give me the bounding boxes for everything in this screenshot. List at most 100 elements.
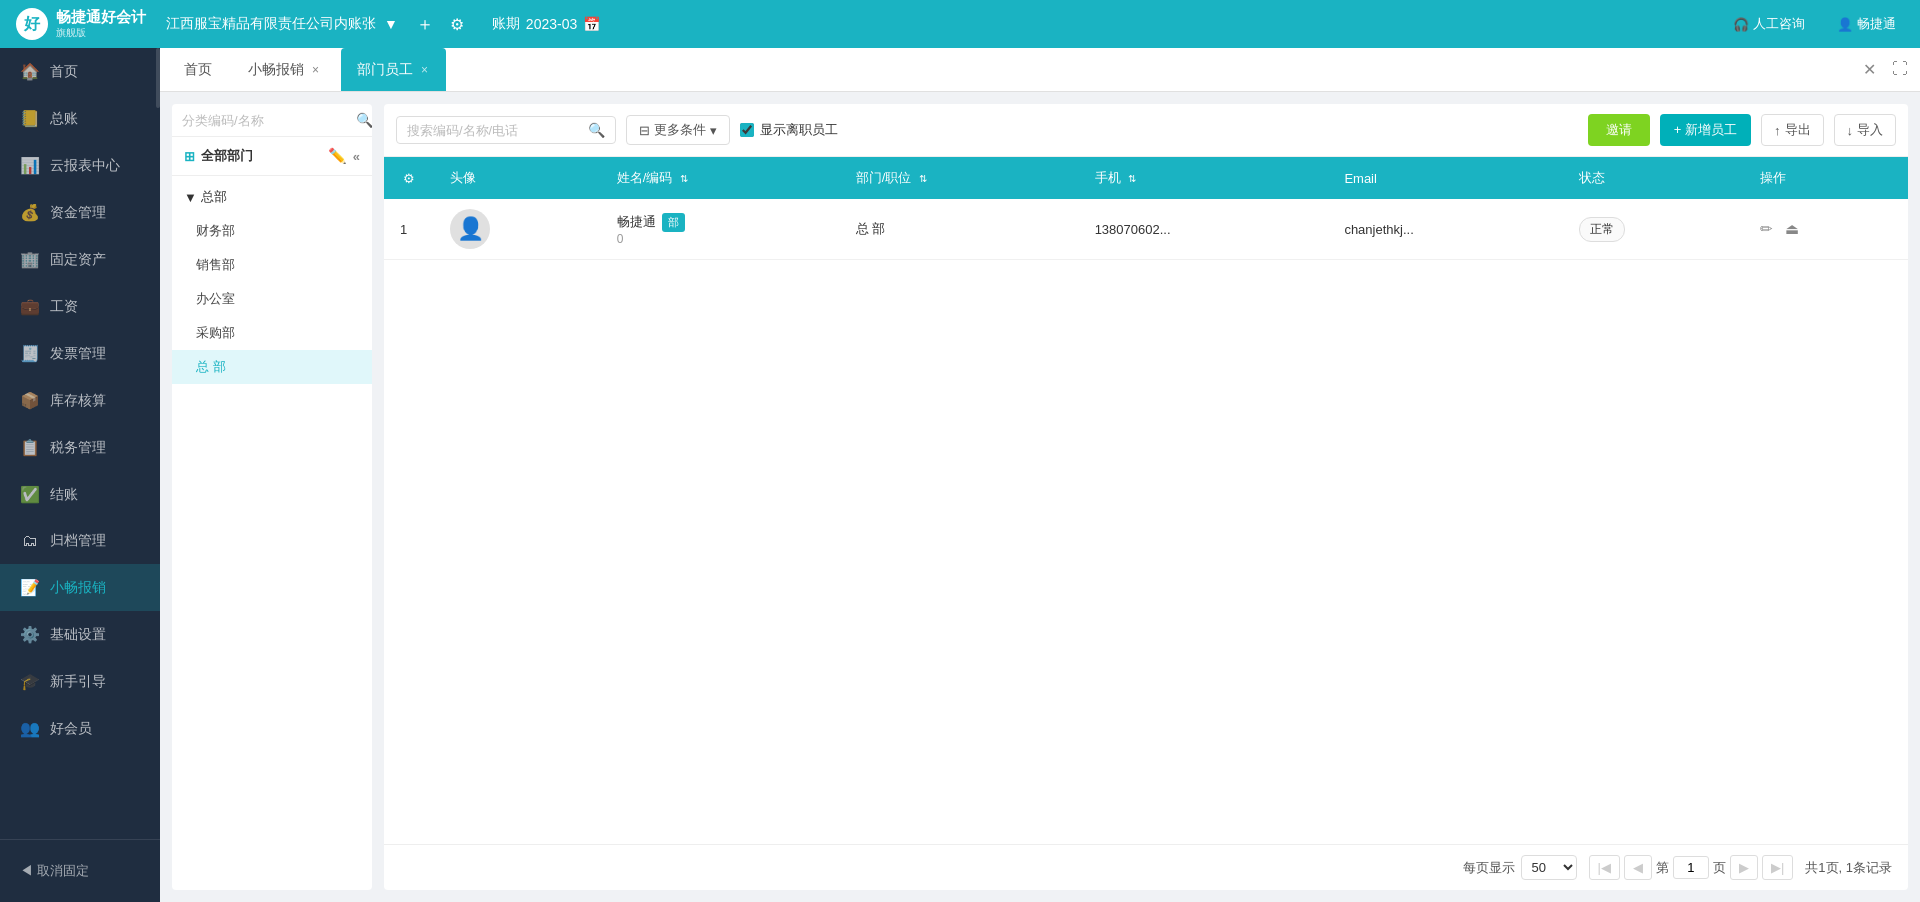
dept-node-purchase[interactable]: 采购部 <box>172 316 372 350</box>
close-tab-button[interactable]: ✕ <box>1859 56 1880 83</box>
last-page-button[interactable]: ▶| <box>1762 855 1793 880</box>
add-employee-button[interactable]: + 新增员工 <box>1660 114 1751 146</box>
sidebar-item-archive[interactable]: 🗂 归档管理 <box>0 518 160 564</box>
sort-phone-icon: ⇅ <box>1128 173 1136 184</box>
logo-area: 好 畅捷通好会计 旗舰版 <box>16 8 156 40</box>
dept-panel: 🔍 ⊞ 全部部门 ✏️ « ▼ 总部 <box>172 104 372 890</box>
dept-collapse-icon[interactable]: « <box>353 149 360 164</box>
company-selector[interactable]: 江西服宝精品有限责任公司内账张 ▼ <box>156 11 408 37</box>
import-button[interactable]: ↓ 导入 <box>1834 114 1897 146</box>
avatar-icon: 👤 <box>1837 17 1853 32</box>
dept-search-icon[interactable]: 🔍 <box>356 112 372 128</box>
col-status: 状态 <box>1563 157 1744 199</box>
dept-search-input[interactable] <box>182 113 350 128</box>
page-size-select: 每页显示 50 100 200 <box>1463 855 1577 880</box>
dept-node-office[interactable]: 办公室 <box>172 282 372 316</box>
sidebar-item-funds[interactable]: 💰 资金管理 <box>0 189 160 236</box>
company-name: 江西服宝精品有限责任公司内账张 <box>166 15 376 33</box>
dept-edit-icon[interactable]: ✏️ <box>328 147 347 165</box>
member-icon: 👥 <box>20 719 40 738</box>
col-dept-position[interactable]: 部门/职位 ⇅ <box>840 157 1079 199</box>
app-edition: 旗舰版 <box>56 26 146 40</box>
sidebar-item-expense[interactable]: 📝 小畅报销 <box>0 564 160 611</box>
row-avatar-cell: 👤 <box>434 199 601 260</box>
sidebar-item-guide[interactable]: 🎓 新手引导 <box>0 658 160 705</box>
dept-all-header: ⊞ 全部部门 ✏️ « <box>172 137 372 176</box>
employee-search-input[interactable] <box>407 123 582 138</box>
next-page-button[interactable]: ▶ <box>1730 855 1758 880</box>
sidebar-item-home[interactable]: 🏠 首页 <box>0 48 160 95</box>
tab-dept-close[interactable]: × <box>419 61 430 79</box>
col-phone[interactable]: 手机 ⇅ <box>1079 157 1329 199</box>
page-input[interactable] <box>1673 856 1709 879</box>
ledger-icon: 📒 <box>20 109 40 128</box>
invite-button[interactable]: 邀请 <box>1588 114 1650 146</box>
tab-dept-employee[interactable]: 部门员工 × <box>341 48 446 91</box>
inventory-icon: 📦 <box>20 391 40 410</box>
user-menu[interactable]: 👤 畅捷通 <box>1829 11 1904 37</box>
employee-data-table: ⚙ 头像 姓名/编码 ⇅ 部门/职位 ⇅ <box>384 157 1908 260</box>
col-settings[interactable]: ⚙ <box>384 157 434 199</box>
headset-icon: 🎧 <box>1733 17 1749 32</box>
employee-panel: 🔍 ⊟ 更多条件 ▾ 显示离职员工 邀请 + 新增员工 <box>384 104 1908 890</box>
dept-search-area: 🔍 <box>172 104 372 137</box>
table-row: 1 👤 畅捷通 部 <box>384 199 1908 260</box>
dept-node-finance[interactable]: 财务部 <box>172 214 372 248</box>
sidebar-item-member[interactable]: 👥 好会员 <box>0 705 160 752</box>
expand-tab-button[interactable]: ⛶ <box>1888 56 1912 83</box>
tab-home[interactable]: 首页 <box>168 48 228 91</box>
sidebar-item-ledger[interactable]: 📒 总账 <box>0 95 160 142</box>
import-icon: ↓ <box>1847 123 1854 138</box>
sort-dept-icon: ⇅ <box>919 173 927 184</box>
support-button[interactable]: 🎧 人工咨询 <box>1725 11 1813 37</box>
header-actions: 🎧 人工咨询 👤 畅捷通 <box>1725 11 1904 37</box>
sidebar-item-close[interactable]: ✅ 结账 <box>0 471 160 518</box>
col-name-code[interactable]: 姓名/编码 ⇅ <box>601 157 840 199</box>
sidebar-item-settings[interactable]: ⚙️ 基础设置 <box>0 611 160 658</box>
dept-node-general[interactable]: 总 部 <box>172 350 372 384</box>
filter-button[interactable]: ⊟ 更多条件 ▾ <box>626 115 730 145</box>
tax-icon: 📋 <box>20 438 40 457</box>
unpin-button[interactable]: ◀ 取消固定 <box>0 852 160 890</box>
add-button[interactable]: ＋ <box>408 12 442 36</box>
pagination-bar: 每页显示 50 100 200 |◀ ◀ 第 页 ▶ <box>384 844 1908 890</box>
row-email: chanjethkj... <box>1328 199 1563 260</box>
tab-expense-close[interactable]: × <box>310 61 321 79</box>
export-button[interactable]: ↑ 导出 <box>1761 114 1824 146</box>
dept-node-sales[interactable]: 销售部 <box>172 248 372 282</box>
first-page-button[interactable]: |◀ <box>1589 855 1620 880</box>
logo-icon: 好 <box>16 8 48 40</box>
calendar-icon[interactable]: 📅 <box>583 16 600 32</box>
row-name-code: 畅捷通 部 0 <box>601 199 840 260</box>
sidebar-item-inventory[interactable]: 📦 库存核算 <box>0 377 160 424</box>
page-content: 🔍 ⊞ 全部部门 ✏️ « ▼ 总部 <box>160 92 1920 902</box>
row-action-btns: ✏ ⏏ <box>1744 199 1908 260</box>
show-resigned-checkbox[interactable] <box>740 123 754 137</box>
filter-dropdown-icon: ▾ <box>710 123 717 138</box>
content-area: 首页 小畅报销 × 部门员工 × ✕ ⛶ 🔍 <box>160 48 1920 902</box>
sidebar-item-tax[interactable]: 📋 税务管理 <box>0 424 160 471</box>
dept-parent-headquarter[interactable]: ▼ 总部 <box>172 180 372 214</box>
period-label: 账期 <box>492 15 520 33</box>
logout-icon[interactable]: ⏏ <box>1785 220 1799 238</box>
row-index: 1 <box>384 199 434 260</box>
status-badge: 正常 <box>1579 217 1625 242</box>
employee-search-icon[interactable]: 🔍 <box>588 122 605 138</box>
edit-icon[interactable]: ✏ <box>1760 220 1773 238</box>
show-resigned-checkbox-area[interactable]: 显示离职员工 <box>740 121 838 139</box>
sidebar-item-invoice[interactable]: 🧾 发票管理 <box>0 330 160 377</box>
employee-toolbar: 🔍 ⊟ 更多条件 ▾ 显示离职员工 邀请 + 新增员工 <box>384 104 1908 157</box>
employee-search-box: 🔍 <box>396 116 616 144</box>
tab-bar: 首页 小畅报销 × 部门员工 × ✕ ⛶ <box>160 48 1920 92</box>
sidebar-item-salary[interactable]: 💼 工资 <box>0 283 160 330</box>
app-name: 畅捷通好会计 <box>56 8 146 26</box>
prev-page-button[interactable]: ◀ <box>1624 855 1652 880</box>
assets-icon: 🏢 <box>20 250 40 269</box>
sidebar-item-assets[interactable]: 🏢 固定资产 <box>0 236 160 283</box>
sidebar-item-reports[interactable]: 📊 云报表中心 <box>0 142 160 189</box>
funds-icon: 💰 <box>20 203 40 222</box>
settings-button[interactable]: ⚙ <box>442 15 472 34</box>
page-size-dropdown[interactable]: 50 100 200 <box>1521 855 1577 880</box>
row-status: 正常 <box>1563 199 1744 260</box>
tab-expense[interactable]: 小畅报销 × <box>232 48 337 91</box>
